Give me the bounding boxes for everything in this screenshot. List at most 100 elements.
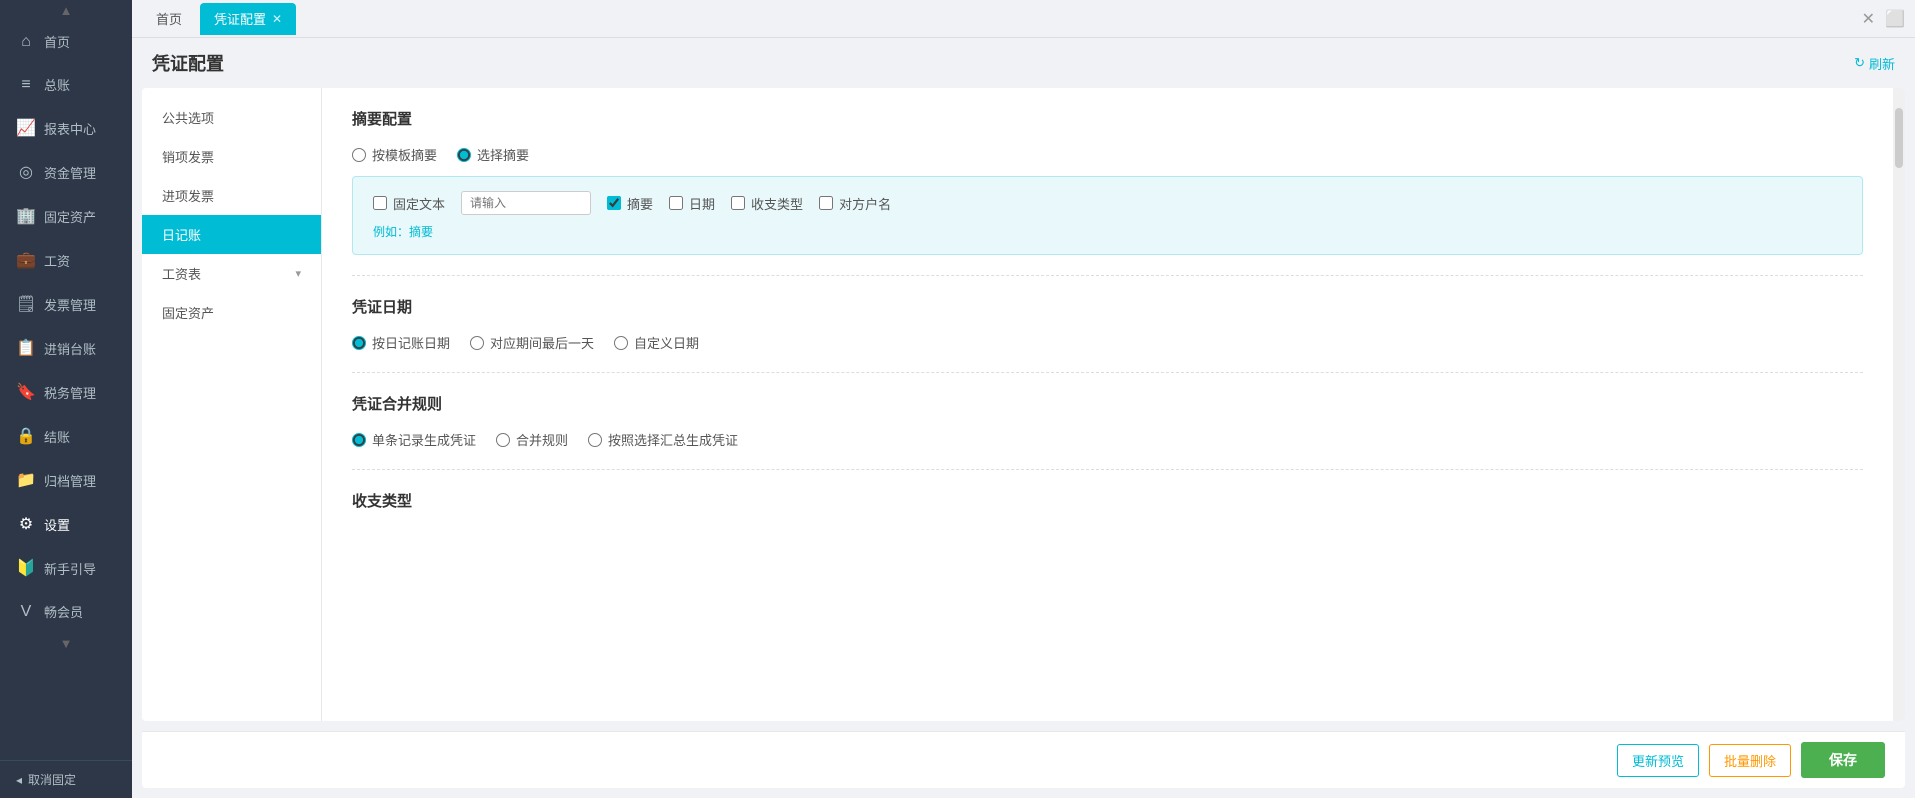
tab-close-icon[interactable]: ✕ [272,12,282,26]
radio-by-select[interactable]: 按照选择汇总生成凭证 [588,430,738,449]
radio-by-select-input[interactable] [588,433,602,447]
date-label: 日期 [689,194,715,213]
date-checkbox[interactable] [669,196,683,210]
summary-options-row: 固定文本 摘要 日期 [373,191,1842,215]
income-type-checkbox[interactable] [731,196,745,210]
radio-merge-rule[interactable]: 合并规则 [496,430,568,449]
sidebar-item-home[interactable]: ⌂ 首页 [0,20,132,63]
tab-home[interactable]: 首页 [142,3,196,35]
sidebar-item-funds[interactable]: ◎ 资金管理 [0,150,132,194]
tab-voucher[interactable]: 凭证配置 ✕ [200,3,296,35]
window-close-button[interactable]: ✕ [1862,9,1875,29]
checkbox-date[interactable]: 日期 [669,194,715,213]
radio-merge-rule-label: 合并规则 [516,430,568,449]
save-button[interactable]: 保存 [1801,742,1885,778]
voucher-date-title: 凭证日期 [352,296,1863,317]
page-title: 凭证配置 [152,50,224,76]
radio-template-summary[interactable]: 按模板摘要 [352,145,437,164]
sidebar-item-label: 首页 [44,32,70,51]
sidebar-item-close-account[interactable]: 🔒 结账 [0,414,132,458]
scrollbar-thumb[interactable] [1895,108,1903,168]
sidebar-item-invoice[interactable]: 🗒 发票管理 [0,282,132,326]
sidebar-item-guide[interactable]: 🔰 新手引导 [0,546,132,590]
scrollbar-track[interactable] [1893,88,1905,721]
counterpart-label: 对方户名 [839,194,891,213]
radio-single-record[interactable]: 单条记录生成凭证 [352,430,476,449]
sidebar-scroll-down[interactable]: ▼ [0,633,132,653]
summary-section-title: 摘要配置 [352,108,1863,129]
radio-select-input[interactable] [457,148,471,162]
sidebar-item-label: 总账 [44,75,70,94]
sidebar-item-settings[interactable]: ⚙ 设置 [0,502,132,546]
assets-icon: 🏢 [16,206,36,226]
radio-single-record-label: 单条记录生成凭证 [372,430,476,449]
batch-delete-button[interactable]: 批量删除 [1709,744,1791,777]
nav-item-label: 固定资产 [162,303,214,322]
radio-template-input[interactable] [352,148,366,162]
sidebar-item-label: 发票管理 [44,295,96,314]
tax-icon: 🔖 [16,382,36,402]
radio-due-date-last[interactable]: 对应期间最后一天 [470,333,594,352]
nav-item-sales[interactable]: 销项发票 [142,137,321,176]
home-icon: ⌂ [16,33,36,51]
radio-due-date-last-input[interactable] [470,336,484,350]
income-type-title: 收支类型 [352,490,1863,511]
radio-single-record-input[interactable] [352,433,366,447]
nav-item-label: 工资表 [162,264,201,283]
fixed-text-checkbox[interactable] [373,196,387,210]
fixed-text-input[interactable] [461,191,591,215]
nav-item-journal[interactable]: 日记账 [142,215,321,254]
checkbox-summary[interactable]: 摘要 [607,194,653,213]
nav-item-label: 日记账 [162,225,201,244]
divider-2 [352,372,1863,373]
sidebar-item-reports[interactable]: 📈 报表中心 [0,106,132,150]
nav-item-fixed-assets[interactable]: 固定资产 [142,293,321,332]
summary-section: 摘要配置 按模板摘要 选择摘要 [352,108,1863,255]
refresh-button[interactable]: ↻ 刷新 [1854,54,1895,73]
nav-item-purchase[interactable]: 进项发票 [142,176,321,215]
checkbox-income-type[interactable]: 收支类型 [731,194,803,213]
voucher-date-section: 凭证日期 按日记账日期 对应期间最后一天 自定义日期 [352,296,1863,352]
sidebar-item-label: 归档管理 [44,471,96,490]
sidebar-item-label: 新手引导 [44,559,96,578]
sidebar-item-vip[interactable]: V 畅会员 [0,590,132,633]
radio-journal-date[interactable]: 按日记账日期 [352,333,450,352]
radio-merge-rule-input[interactable] [496,433,510,447]
merge-rule-radio-row: 单条记录生成凭证 合并规则 按照选择汇总生成凭证 [352,430,1863,449]
radio-select-summary[interactable]: 选择摘要 [457,145,529,164]
nav-item-payroll[interactable]: 工资表 ▾ [142,254,321,293]
page-header: 凭证配置 ↻ 刷新 [132,38,1915,88]
content-layout: 公共选项 销项发票 进项发票 日记账 工资表 ▾ 固定资产 [142,88,1905,721]
update-preview-button[interactable]: 更新预览 [1617,744,1699,777]
radio-custom-date[interactable]: 自定义日期 [614,333,699,352]
sidebar-item-salary[interactable]: 💼 工资 [0,238,132,282]
settings-icon: ⚙ [16,514,36,534]
sidebar-item-ledger[interactable]: ≡ 总账 [0,63,132,106]
sidebar-scroll-up[interactable]: ▲ [0,0,132,20]
sidebar-item-inout[interactable]: 📋 进销台账 [0,326,132,370]
checkbox-counterpart[interactable]: 对方户名 [819,194,891,213]
summary-example: 例如：摘要 [373,223,1842,240]
sidebar-item-tax[interactable]: 🔖 税务管理 [0,370,132,414]
reports-icon: 📈 [16,118,36,138]
radio-by-select-label: 按照选择汇总生成凭证 [608,430,738,449]
sidebar-item-archive[interactable]: 📁 归档管理 [0,458,132,502]
summary-checkbox[interactable] [607,196,621,210]
sidebar-unpin-button[interactable]: ◂ 取消固定 [0,760,132,798]
sidebar-item-label: 设置 [44,515,70,534]
tab-voucher-label: 凭证配置 [214,9,266,28]
radio-journal-date-input[interactable] [352,336,366,350]
counterpart-checkbox[interactable] [819,196,833,210]
nav-item-public[interactable]: 公共选项 [142,98,321,137]
radio-template-label: 按模板摘要 [372,145,437,164]
checkbox-fixed-text[interactable]: 固定文本 [373,194,445,213]
sidebar-item-assets[interactable]: 🏢 固定资产 [0,194,132,238]
radio-custom-date-input[interactable] [614,336,628,350]
unpin-icon: ◂ [16,773,22,787]
window-resize-button[interactable]: ⬜ [1885,9,1905,29]
radio-select-label: 选择摘要 [477,145,529,164]
radio-journal-date-label: 按日记账日期 [372,333,450,352]
radio-custom-date-label: 自定义日期 [634,333,699,352]
refresh-icon: ↻ [1854,55,1865,71]
ledger-icon: ≡ [16,76,36,94]
